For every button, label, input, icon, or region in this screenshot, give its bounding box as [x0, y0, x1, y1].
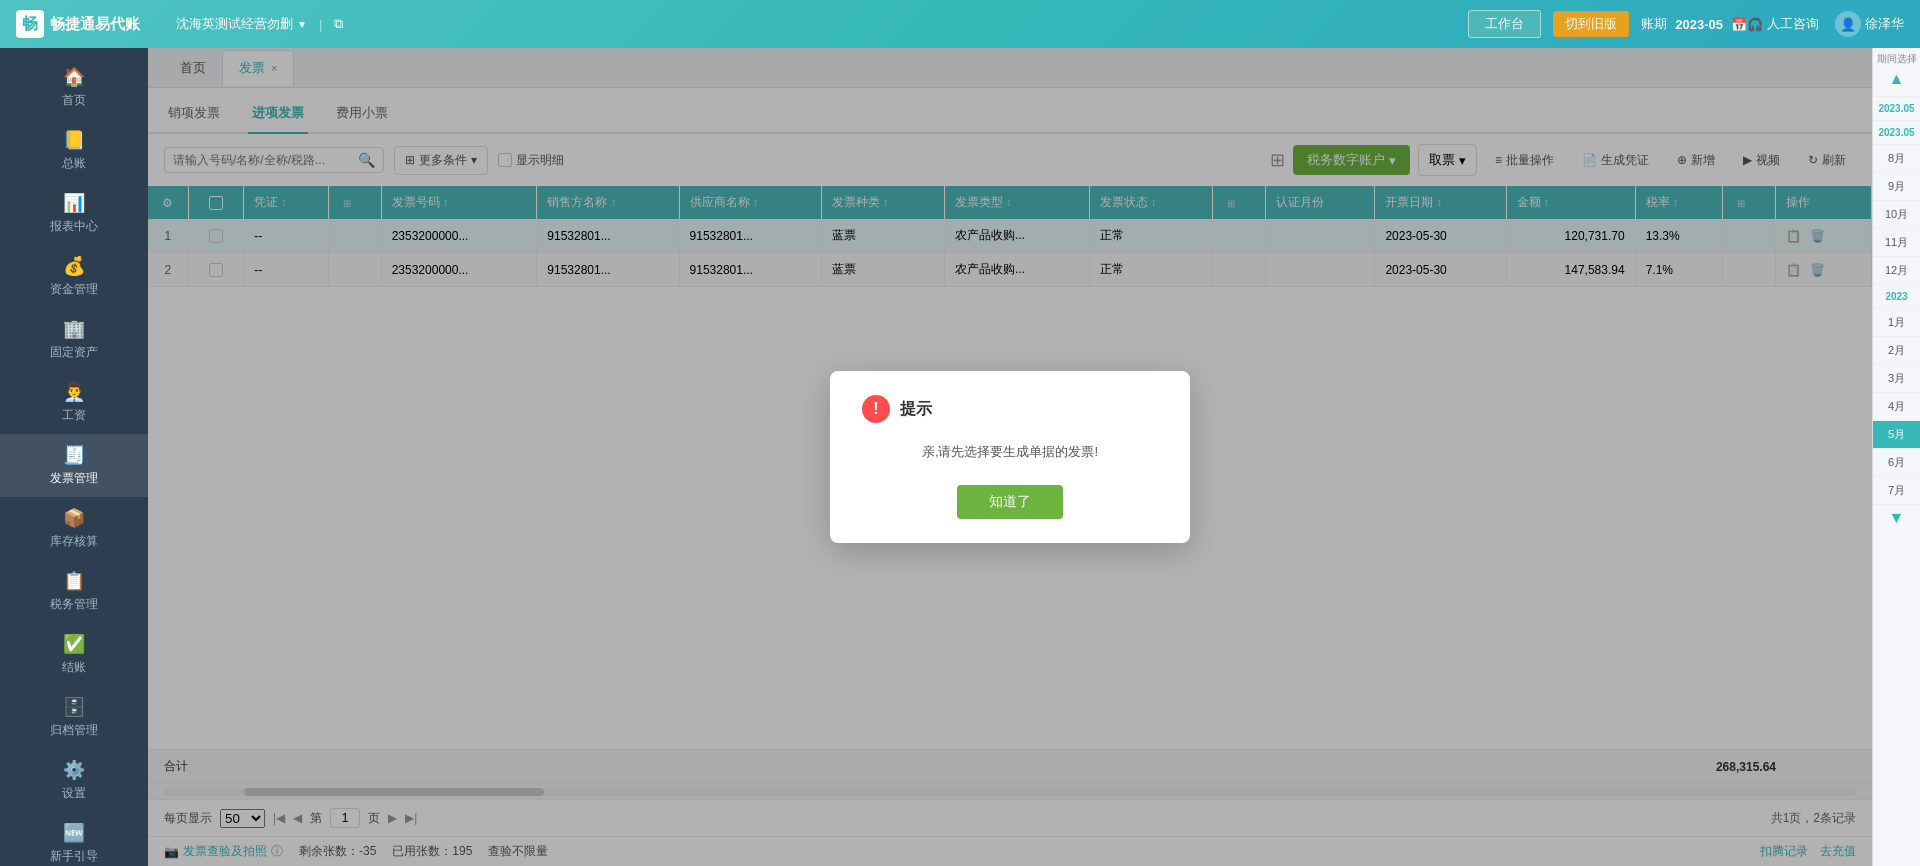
assets-icon: 🏢: [63, 318, 85, 340]
modal-header: ! 提示: [862, 395, 1158, 423]
month-nav-down[interactable]: ▼: [1873, 505, 1920, 531]
support-button[interactable]: 🎧 人工咨询: [1747, 15, 1819, 33]
sidebar-item-archive[interactable]: 🗄️ 归档管理: [0, 686, 148, 749]
sidebar-item-guide[interactable]: 🆕 新手引导: [0, 812, 148, 866]
switch-version-button[interactable]: 切到旧版: [1553, 11, 1629, 37]
month-item-2[interactable]: 2月: [1873, 337, 1920, 365]
ledger-icon: 📒: [63, 129, 85, 151]
sidebar-item-assets[interactable]: 🏢 固定资产: [0, 308, 148, 371]
home-icon: 🏠: [63, 66, 85, 88]
logo-icon: 畅: [16, 10, 44, 38]
sidebar-label-inventory: 库存核算: [50, 533, 98, 550]
sidebar-label-settings: 设置: [62, 785, 86, 802]
company-name: 沈海英测试经营勿删: [176, 15, 293, 33]
month-nav-up[interactable]: ▲: [1875, 66, 1918, 92]
app-layout: 🏠 首页 📒 总账 📊 报表中心 💰 资金管理 🏢 固定资产 👨‍💼 工资 🧾 …: [0, 48, 1920, 866]
sidebar-item-capital[interactable]: 💰 资金管理: [0, 245, 148, 308]
guide-icon: 🆕: [63, 822, 85, 844]
month-item-4[interactable]: 4月: [1873, 393, 1920, 421]
month-panel: 期间选择 ▲ 2023.05 2023.05 8月 9月 10月 11月 12月…: [1872, 48, 1920, 866]
invoice-icon: 🧾: [63, 444, 85, 466]
sidebar-label-assets: 固定资产: [50, 344, 98, 361]
modal-title: 提示: [900, 399, 932, 420]
month-item-3[interactable]: 3月: [1873, 365, 1920, 393]
inventory-icon: 📦: [63, 507, 85, 529]
sidebar-label-guide: 新手引导: [50, 848, 98, 865]
capital-icon: 💰: [63, 255, 85, 277]
top-bar: 畅 畅捷通易代账 沈海英测试经营勿删 ▼ | ⧉ 工作台 切到旧版 账期 202…: [0, 0, 1920, 48]
sidebar-label-home: 首页: [62, 92, 86, 109]
month-item-5[interactable]: 5月: [1873, 421, 1920, 449]
app-logo: 畅 畅捷通易代账: [16, 10, 156, 38]
sidebar-item-settle[interactable]: ✅ 结账: [0, 623, 148, 686]
tax-icon: 📋: [63, 570, 85, 592]
month-panel-header: 期间选择 ▲: [1873, 48, 1920, 97]
year-label-1: 2023.05: [1873, 97, 1920, 121]
company-selector[interactable]: 沈海英测试经营勿删 ▼: [176, 15, 307, 33]
month-item-11[interactable]: 11月: [1873, 229, 1920, 257]
month-item-7[interactable]: 7月: [1873, 477, 1920, 505]
archive-icon: 🗄️: [63, 696, 85, 718]
month-item-12[interactable]: 12月: [1873, 257, 1920, 285]
period-info: 账期 2023-05 📅: [1641, 15, 1747, 33]
sidebar-label-archive: 归档管理: [50, 722, 98, 739]
top-actions: 工作台 切到旧版 账期 2023-05 📅: [1468, 10, 1747, 38]
sidebar-item-salary[interactable]: 👨‍💼 工资: [0, 371, 148, 434]
modal-confirm-button[interactable]: 知道了: [957, 485, 1063, 519]
sidebar-item-tax[interactable]: 📋 税务管理: [0, 560, 148, 623]
modal-overlay: ! 提示 亲,请先选择要生成单据的发票! 知道了: [148, 48, 1872, 866]
salary-icon: 👨‍💼: [63, 381, 85, 403]
modal-footer: 知道了: [862, 485, 1158, 519]
top-right: 🎧 人工咨询 👤 徐泽华: [1747, 11, 1904, 37]
sidebar-item-inventory[interactable]: 📦 库存核算: [0, 497, 148, 560]
sidebar-item-settings[interactable]: ⚙️ 设置: [0, 749, 148, 812]
month-item-10[interactable]: 10月: [1873, 201, 1920, 229]
sidebar-label-salary: 工资: [62, 407, 86, 424]
user-icon: 👤: [1835, 11, 1861, 37]
sidebar-item-home[interactable]: 🏠 首页: [0, 56, 148, 119]
month-item-6[interactable]: 6月: [1873, 449, 1920, 477]
modal-body: 亲,请先选择要生成单据的发票!: [862, 443, 1158, 461]
sidebar-label-report: 报表中心: [50, 218, 98, 235]
year-label-2023: 2023: [1873, 285, 1920, 309]
sidebar-item-ledger[interactable]: 📒 总账: [0, 119, 148, 182]
app-name: 畅捷通易代账: [50, 15, 140, 34]
settle-icon: ✅: [63, 633, 85, 655]
sidebar-label-ledger: 总账: [62, 155, 86, 172]
headset-icon: 🎧: [1747, 17, 1763, 32]
sidebar-label-capital: 资金管理: [50, 281, 98, 298]
workspace-button[interactable]: 工作台: [1468, 10, 1541, 38]
copy-icon[interactable]: ⧉: [334, 16, 343, 32]
modal-error-icon: !: [862, 395, 890, 423]
main-content: 首页 发票 × 销项发票 进项发票 费用小票: [148, 48, 1872, 866]
month-item-9[interactable]: 9月: [1873, 173, 1920, 201]
report-icon: 📊: [63, 192, 85, 214]
month-item-8[interactable]: 8月: [1873, 145, 1920, 173]
sidebar: 🏠 首页 📒 总账 📊 报表中心 💰 资金管理 🏢 固定资产 👨‍💼 工资 🧾 …: [0, 48, 148, 866]
month-item-1[interactable]: 1月: [1873, 309, 1920, 337]
sidebar-label-settle: 结账: [62, 659, 86, 676]
sidebar-label-tax: 税务管理: [50, 596, 98, 613]
year-label-2: 2023.05: [1873, 121, 1920, 145]
sidebar-item-invoice[interactable]: 🧾 发票管理: [0, 434, 148, 497]
chevron-down-icon: ▼: [297, 19, 307, 30]
calendar-icon[interactable]: 📅: [1731, 17, 1747, 32]
sidebar-label-invoice: 发票管理: [50, 470, 98, 487]
user-menu[interactable]: 👤 徐泽华: [1835, 11, 1904, 37]
settings-icon: ⚙️: [63, 759, 85, 781]
company-info: 沈海英测试经营勿删 ▼ | ⧉: [176, 15, 1468, 33]
modal-dialog: ! 提示 亲,请先选择要生成单据的发票! 知道了: [830, 371, 1190, 543]
sidebar-item-report[interactable]: 📊 报表中心: [0, 182, 148, 245]
